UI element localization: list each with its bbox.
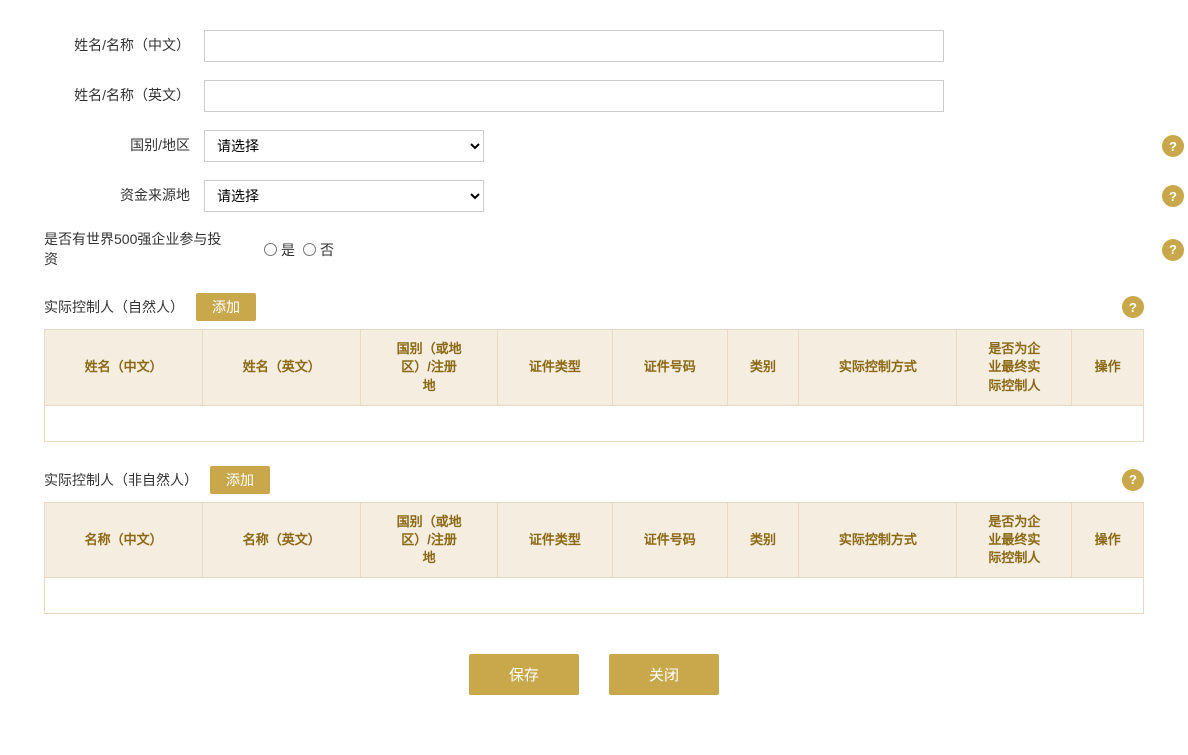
country-select[interactable]: 请选择 — [204, 130, 484, 162]
non-natural-person-table-header-row: 名称（中文） 名称（英文） 国别（或地区）/注册地 证件类型 证件号码 类别 实… — [45, 502, 1144, 578]
country-row: 国别/地区 请选择 ? — [44, 130, 1144, 162]
fortune500-yes-radio[interactable] — [264, 243, 277, 256]
natural-person-title: 实际控制人（自然人） — [44, 297, 184, 317]
np-col-country: 国别（或地区）/注册地 — [361, 330, 498, 406]
np-col-category: 类别 — [727, 330, 799, 406]
name-cn-row: 姓名/名称（中文） — [44, 30, 1144, 62]
nnp-col-final-controller: 是否为企业最终实际控制人 — [957, 502, 1072, 578]
nnp-col-country: 国别（或地区）/注册地 — [361, 502, 498, 578]
close-button[interactable]: 关闭 — [609, 654, 719, 695]
nnp-empty-cell — [45, 578, 1144, 614]
fortune500-help-icon[interactable]: ? — [1162, 239, 1184, 261]
name-en-input[interactable] — [204, 80, 944, 112]
non-natural-person-help-icon[interactable]: ? — [1122, 469, 1144, 491]
fortune500-no-label[interactable]: 否 — [303, 240, 334, 260]
natural-person-add-btn[interactable]: 添加 — [196, 293, 256, 321]
nnp-col-operation: 操作 — [1072, 502, 1144, 578]
np-col-name-cn: 姓名（中文） — [45, 330, 203, 406]
np-col-cert-no: 证件号码 — [612, 330, 727, 406]
name-cn-input[interactable] — [204, 30, 944, 62]
fortune500-no-radio[interactable] — [303, 243, 316, 256]
natural-person-empty-row — [45, 405, 1144, 441]
fund-source-row: 资金来源地 请选择 ? — [44, 180, 1144, 212]
np-empty-cell — [45, 405, 1144, 441]
nnp-col-control-method: 实际控制方式 — [799, 502, 957, 578]
country-label: 国别/地区 — [44, 136, 204, 156]
np-col-cert-type: 证件类型 — [497, 330, 612, 406]
name-en-label: 姓名/名称（英文） — [44, 86, 204, 106]
footer-buttons: 保存 关闭 — [44, 654, 1144, 725]
np-col-name-en: 姓名（英文） — [203, 330, 361, 406]
natural-person-table-header-row: 姓名（中文） 姓名（英文） 国别（或地区）/注册地 证件类型 证件号码 类别 实… — [45, 330, 1144, 406]
np-col-control-method: 实际控制方式 — [799, 330, 957, 406]
fortune500-yes-label[interactable]: 是 — [264, 240, 295, 260]
natural-person-table: 姓名（中文） 姓名（英文） 国别（或地区）/注册地 证件类型 证件号码 类别 实… — [44, 329, 1144, 442]
fortune500-row: 是否有世界500强企业参与投资 是 否 ? — [44, 230, 1144, 269]
save-button[interactable]: 保存 — [469, 654, 579, 695]
fortune500-radio-group: 是 否 — [264, 240, 334, 260]
nnp-col-cert-no: 证件号码 — [612, 502, 727, 578]
fortune500-label: 是否有世界500强企业参与投资 — [44, 230, 264, 269]
np-col-final-controller: 是否为企业最终实际控制人 — [957, 330, 1072, 406]
non-natural-person-header: 实际控制人（非自然人） 添加 ? — [44, 466, 1144, 494]
nnp-col-category: 类别 — [727, 502, 799, 578]
name-cn-label: 姓名/名称（中文） — [44, 36, 204, 56]
fortune500-yes-text: 是 — [281, 240, 295, 260]
nnp-col-name-en: 名称（英文） — [203, 502, 361, 578]
natural-person-help-icon[interactable]: ? — [1122, 296, 1144, 318]
non-natural-person-empty-row — [45, 578, 1144, 614]
fund-source-help-icon[interactable]: ? — [1162, 185, 1184, 207]
fund-source-select[interactable]: 请选择 — [204, 180, 484, 212]
form-container: 姓名/名称（中文） 姓名/名称（英文） 国别/地区 请选择 ? 资金来源地 请选… — [44, 30, 1144, 725]
nnp-col-name-cn: 名称（中文） — [45, 502, 203, 578]
non-natural-person-add-btn[interactable]: 添加 — [210, 466, 270, 494]
fund-source-label: 资金来源地 — [44, 186, 204, 206]
country-help-icon[interactable]: ? — [1162, 135, 1184, 157]
non-natural-person-title: 实际控制人（非自然人） — [44, 470, 198, 490]
fortune500-no-text: 否 — [320, 240, 334, 260]
np-col-operation: 操作 — [1072, 330, 1144, 406]
non-natural-person-table: 名称（中文） 名称（英文） 国别（或地区）/注册地 证件类型 证件号码 类别 实… — [44, 502, 1144, 615]
natural-person-header: 实际控制人（自然人） 添加 ? — [44, 293, 1144, 321]
name-en-row: 姓名/名称（英文） — [44, 80, 1144, 112]
nnp-col-cert-type: 证件类型 — [497, 502, 612, 578]
